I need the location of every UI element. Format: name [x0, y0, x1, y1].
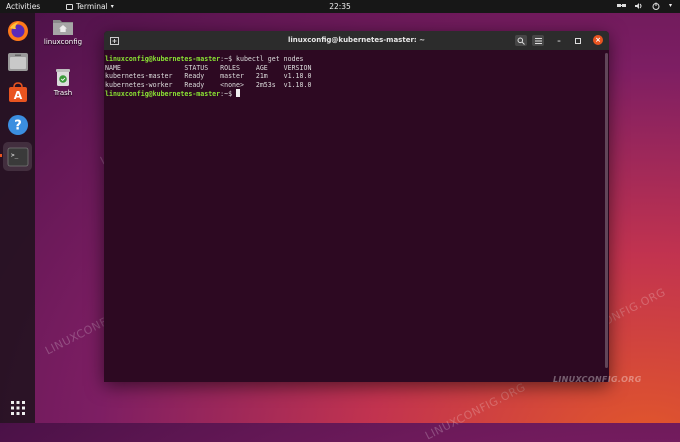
- top-bar: Activities Terminal ▾ 22:35 ▾: [0, 0, 680, 13]
- help-launcher[interactable]: ?: [5, 112, 30, 137]
- software-store-icon: A: [8, 81, 27, 102]
- app-menu[interactable]: Terminal ▾: [66, 2, 114, 11]
- firefox-launcher[interactable]: [5, 18, 30, 43]
- trash-icon: [56, 69, 70, 86]
- files-icon: [7, 52, 28, 71]
- table-row: kubernetes-worker Ready <none> 2m53s v1.…: [105, 80, 312, 89]
- activities-button[interactable]: Activities: [6, 2, 40, 11]
- desktop-icon-label: linuxconfig: [43, 38, 83, 46]
- brand-logo: LINUXCONFIG.ORG: [553, 375, 642, 384]
- folder-home-icon: [53, 20, 73, 35]
- chevron-down-icon: ▾: [668, 2, 672, 9]
- terminal-launcher[interactable]: >_: [3, 142, 32, 171]
- firefox-icon: [7, 20, 28, 41]
- window-titlebar[interactable]: linuxconfig@kubernetes-master: ~ – ×: [104, 31, 609, 50]
- scrollbar[interactable]: [605, 53, 608, 368]
- svg-text:A: A: [13, 89, 22, 102]
- hamburger-icon: [534, 37, 542, 44]
- running-indicator: [0, 154, 2, 157]
- search-button[interactable]: [515, 35, 527, 46]
- menu-button[interactable]: [532, 35, 544, 46]
- help-icon: ?: [7, 114, 28, 135]
- close-button[interactable]: ×: [593, 35, 603, 45]
- prompt: linuxconfig@kubernetes-master: [105, 55, 221, 63]
- table-header: NAME STATUS ROLES AGE VERSION: [105, 63, 312, 72]
- desktop-icon-label: Trash: [53, 89, 73, 97]
- clock[interactable]: 22:35: [320, 2, 360, 11]
- software-launcher[interactable]: A: [5, 80, 30, 105]
- prompt-suffix: :~$: [220, 55, 233, 63]
- minimize-button[interactable]: –: [553, 35, 565, 46]
- minimize-icon: –: [557, 36, 561, 45]
- table-row: kubernetes-master Ready master 21m v1.18…: [105, 72, 312, 80]
- files-launcher[interactable]: [5, 49, 30, 74]
- terminal-icon: >_: [7, 147, 28, 166]
- app-menu-label: Terminal: [76, 2, 108, 11]
- terminal-window[interactable]: linuxconfig@kubernetes-master: ~ – × lin…: [104, 31, 609, 382]
- app-grid-icon: [10, 400, 25, 415]
- active-prompt-line[interactable]: linuxconfig@kubernetes-master:~$: [105, 89, 609, 98]
- svg-text:?: ?: [14, 118, 22, 133]
- close-icon: ×: [595, 36, 601, 44]
- network-icon: [616, 4, 626, 7]
- prompt-suffix: :~$: [220, 90, 233, 98]
- watermark: LINUXCONFIG.ORG: [423, 380, 528, 442]
- maximize-icon: [575, 37, 581, 44]
- dock: A ? >_: [0, 13, 35, 423]
- show-applications-button[interactable]: [5, 395, 30, 420]
- command-text: kubectl get nodes: [232, 55, 304, 63]
- terminal-output[interactable]: linuxconfig@kubernetes-master:~$ kubectl…: [104, 50, 609, 382]
- prompt: linuxconfig@kubernetes-master: [105, 90, 221, 98]
- system-tray[interactable]: ▾: [616, 2, 672, 10]
- search-icon: [517, 37, 525, 45]
- command-line: linuxconfig@kubernetes-master:~$ kubectl…: [105, 55, 609, 64]
- svg-text:>_: >_: [11, 152, 19, 159]
- home-folder-desktop-icon[interactable]: linuxconfig: [38, 17, 88, 46]
- power-icon: [652, 2, 660, 10]
- terminal-icon: [66, 3, 73, 10]
- text-cursor: [236, 89, 241, 97]
- volume-icon: [634, 3, 642, 9]
- chevron-down-icon: ▾: [110, 3, 114, 10]
- maximize-button[interactable]: [572, 35, 584, 46]
- trash-desktop-icon[interactable]: Trash: [38, 68, 88, 97]
